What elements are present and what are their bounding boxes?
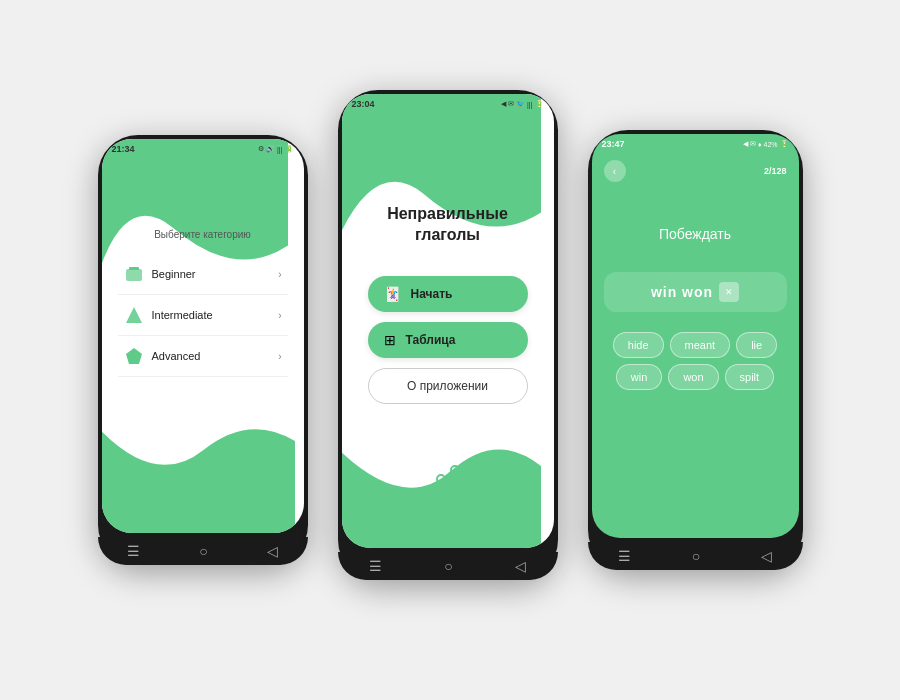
status-bar-phone2: 23:04 ◀✉🐦|||🔋: [342, 94, 554, 114]
answer-row: win won ✕: [604, 272, 787, 312]
intermediate-icon: [124, 305, 144, 325]
quiz-progress: 2/128: [764, 166, 787, 176]
bottom-nav-phone3: ☰ ○ ◁: [588, 542, 803, 570]
category-advanced[interactable]: Advanced ›: [118, 336, 288, 377]
svg-rect-1: [129, 267, 139, 270]
status-bar-phone1: 21:34 ⚙🔊|||🔋: [102, 139, 304, 159]
russian-word: Побеждать: [659, 226, 731, 242]
phone-1-screen: 21:34 ⚙🔊|||🔋 Выберите категорию Beginner: [102, 139, 304, 533]
nav-home-icon-2[interactable]: ○: [444, 558, 452, 574]
table-icon: ⊞: [384, 332, 396, 348]
app-title: Неправильные глаголы: [387, 204, 508, 246]
category-beginner[interactable]: Beginner ›: [118, 254, 288, 295]
svg-point-3: [451, 466, 459, 474]
option-meant[interactable]: meant: [670, 332, 731, 358]
beginner-label: Beginner: [152, 268, 196, 280]
beginner-arrow: ›: [278, 269, 281, 280]
delete-button[interactable]: ✕: [719, 282, 739, 302]
back-button[interactable]: ‹: [604, 160, 626, 182]
phone1-content: Выберите категорию Beginner ›: [102, 159, 304, 533]
svg-point-5: [437, 475, 445, 483]
intermediate-label: Intermediate: [152, 309, 213, 321]
phone-3: 23:47 ◀✉♦42%🔋 ‹ 2/128 Побеждать win won …: [588, 130, 803, 570]
status-icons-phone3: ◀✉♦42%🔋: [743, 140, 789, 148]
svg-marker-2: [126, 307, 142, 323]
nav-menu-icon-2[interactable]: ☰: [369, 558, 382, 574]
svg-point-4: [451, 484, 459, 492]
about-label: О приложении: [407, 379, 488, 393]
quiz-screen: 23:47 ◀✉♦42%🔋 ‹ 2/128 Побеждать win won …: [592, 134, 799, 538]
phone-2: 23:04 ◀✉🐦|||🔋 Неправильные глаголы 🃏 Нач…: [338, 90, 558, 580]
status-time-phone3: 23:47: [602, 139, 625, 149]
bottom-nav-phone1: ☰ ○ ◁: [98, 537, 308, 565]
advanced-icon: [124, 346, 144, 366]
nav-home-icon[interactable]: ○: [199, 543, 207, 559]
about-button[interactable]: О приложении: [368, 368, 528, 404]
option-hide[interactable]: hide: [613, 332, 664, 358]
option-spilt[interactable]: spilt: [725, 364, 775, 390]
advanced-label: Advanced: [152, 350, 201, 362]
svg-rect-0: [126, 269, 142, 281]
phone-2-screen: 23:04 ◀✉🐦|||🔋 Неправильные глаголы 🃏 Нач…: [342, 94, 554, 548]
status-time-phone1: 21:34: [112, 144, 135, 154]
phone-1: 21:34 ⚙🔊|||🔋 Выберите категорию Beginner: [98, 135, 308, 565]
option-win[interactable]: win: [616, 364, 663, 390]
status-bar-phone3: 23:47 ◀✉♦42%🔋: [592, 134, 799, 154]
nav-home-icon-3[interactable]: ○: [692, 548, 700, 564]
phone-3-screen: 23:47 ◀✉♦42%🔋 ‹ 2/128 Побеждать win won …: [592, 134, 799, 538]
option-won[interactable]: won: [668, 364, 718, 390]
nav-menu-icon[interactable]: ☰: [127, 543, 140, 559]
nav-back-icon-3[interactable]: ◁: [761, 548, 772, 564]
category-label: Выберите категорию: [118, 229, 288, 240]
option-lie[interactable]: lie: [736, 332, 777, 358]
answer-text: win won: [651, 284, 713, 300]
nav-back-icon[interactable]: ◁: [267, 543, 278, 559]
start-label: Начать: [411, 287, 453, 301]
share-icon[interactable]: [433, 464, 463, 494]
quiz-options: hide meant lie win won spilt: [604, 332, 787, 390]
start-button[interactable]: 🃏 Начать: [368, 276, 528, 312]
table-button[interactable]: ⊞ Таблица: [368, 322, 528, 358]
nav-back-icon-2[interactable]: ◁: [515, 558, 526, 574]
bottom-nav-phone2: ☰ ○ ◁: [338, 552, 558, 580]
beginner-icon: [124, 264, 144, 284]
advanced-arrow: ›: [278, 351, 281, 362]
share-icon-wrap: [433, 464, 463, 498]
svg-line-6: [445, 472, 451, 477]
quiz-header: ‹ 2/128: [592, 154, 799, 186]
table-label: Таблица: [406, 333, 456, 347]
status-icons-phone2: ◀✉🐦|||🔋: [501, 100, 543, 108]
svg-line-7: [445, 481, 451, 486]
intermediate-arrow: ›: [278, 310, 281, 321]
status-time-phone2: 23:04: [352, 99, 375, 109]
status-icons-phone1: ⚙🔊|||🔋: [258, 145, 293, 153]
start-icon: 🃏: [384, 286, 401, 302]
quiz-main: Побеждать win won ✕ hide meant lie: [592, 186, 799, 538]
nav-menu-icon-3[interactable]: ☰: [618, 548, 631, 564]
category-intermediate[interactable]: Intermediate ›: [118, 295, 288, 336]
